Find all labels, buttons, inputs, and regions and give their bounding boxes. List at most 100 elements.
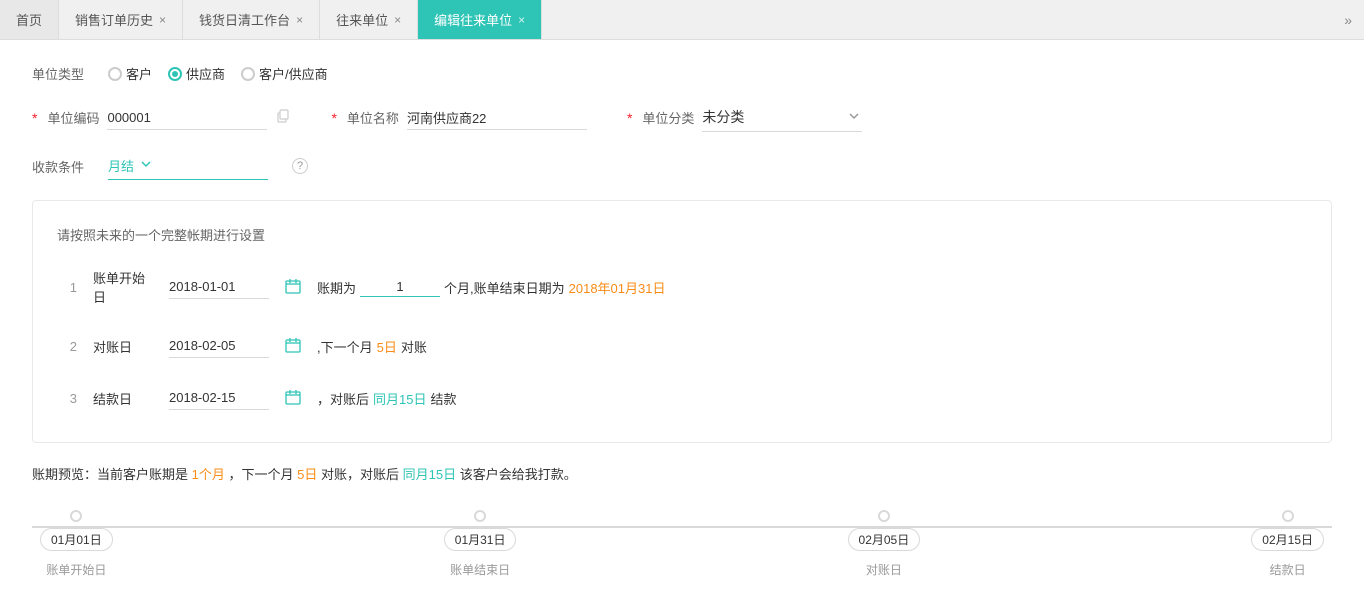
timeline-points: 01月01日 账单开始日 01月31日 账单结束日 02月05日 对账日 02月… xyxy=(32,510,1332,578)
preview-text: 账期预览：当前客户账期是 1个月 ，下一个月 5日 对账，对账后 同月15日 该… xyxy=(32,463,1332,486)
row-1-calendar-icon[interactable] xyxy=(285,278,301,297)
unit-type-radio-group: 客户 供应商 客户/供应商 xyxy=(108,64,328,83)
row-3-day-highlight: 同月15日 xyxy=(373,389,426,408)
row-3-desc-prefix: ，对账后 xyxy=(317,389,369,408)
tab-sales-order-history[interactable]: 销售订单历史 × xyxy=(59,0,183,39)
unit-code-group: * 单位编码 xyxy=(32,106,291,130)
tab-close-cash-ledger[interactable]: × xyxy=(296,13,303,27)
unit-code-copy-icon[interactable] xyxy=(275,108,291,127)
unit-code-input-wrap xyxy=(107,106,291,130)
preview-label: 账期预览：当前客户账期是 xyxy=(32,467,188,482)
row-2-day-highlight: 5日 xyxy=(377,337,397,356)
preview-part2: ，下一个月 xyxy=(229,467,294,482)
tab-close-partner-units[interactable]: × xyxy=(394,13,401,27)
timeline-badge-2: 01月31日 xyxy=(444,528,517,551)
unit-category-value: 未分类 xyxy=(702,107,842,127)
unit-code-input[interactable] xyxy=(107,106,267,130)
setting-rows: 1 账单开始日 账期为 个月,账单结束日期为 2018年01月31日 2 对账日 xyxy=(57,268,1307,410)
panel-title: 请按照未来的一个完整帐期进行设置 xyxy=(57,225,1307,244)
payment-terms-select[interactable]: 月结 xyxy=(108,152,268,180)
tab-cash-ledger[interactable]: 钱货日清工作台 × xyxy=(183,0,320,39)
tab-edit-partner-unit-label: 编辑往来单位 xyxy=(434,10,512,29)
row-1-num: 1 xyxy=(57,280,77,295)
radio-customer[interactable]: 客户 xyxy=(108,64,152,83)
row-3-num: 3 xyxy=(57,391,77,406)
timeline-dot-1 xyxy=(70,510,82,522)
payment-terms-help-icon[interactable]: ? xyxy=(292,158,308,174)
setting-row-1: 1 账单开始日 账期为 个月,账单结束日期为 2018年01月31日 xyxy=(57,268,1307,306)
radio-both-label: 客户/供应商 xyxy=(259,64,328,83)
preview-part4: 该客户会给我打款。 xyxy=(460,467,577,482)
setting-row-3: 3 结款日 ，对账后 同月15日 结款 xyxy=(57,386,1307,410)
timeline-sublabel-2: 账单结束日 xyxy=(450,561,510,578)
payment-terms-label: 收款条件 xyxy=(32,157,84,176)
timeline-dot-3 xyxy=(878,510,890,522)
preview-reconcile-day: 5日 xyxy=(297,467,317,482)
row-1-field-label: 账单开始日 xyxy=(93,268,153,306)
tab-close-sales-order-history[interactable]: × xyxy=(159,13,166,27)
timeline-dot-2 xyxy=(474,510,486,522)
unit-code-label: 单位编码 xyxy=(47,108,99,127)
payment-terms-chevron-icon xyxy=(138,156,154,175)
tab-partner-units-label: 往来单位 xyxy=(336,10,388,29)
row-2-desc: ,下一个月 5日 对账 xyxy=(317,337,427,356)
unit-name-star: * xyxy=(331,110,336,126)
timeline-sublabel-3: 对账日 xyxy=(866,561,902,578)
tab-partner-units[interactable]: 往来单位 × xyxy=(320,0,418,39)
timeline-point-4: 02月15日 结款日 xyxy=(1251,510,1324,578)
tab-home-label: 首页 xyxy=(16,10,42,29)
radio-supplier[interactable]: 供应商 xyxy=(168,64,225,83)
row-3-date-input[interactable] xyxy=(169,386,269,410)
row-1-date-input[interactable] xyxy=(169,275,269,299)
radio-customer-label: 客户 xyxy=(126,64,152,83)
row-2-desc-suffix: 对账 xyxy=(401,337,427,356)
unit-code-star: * xyxy=(32,110,37,126)
timeline-sublabel-4: 结款日 xyxy=(1270,561,1306,578)
tab-home[interactable]: 首页 xyxy=(0,0,59,39)
expand-icon: » xyxy=(1344,12,1352,28)
row-2-calendar-icon[interactable] xyxy=(285,337,301,356)
unit-name-input[interactable] xyxy=(407,106,587,130)
row-2-field-label: 对账日 xyxy=(93,337,153,356)
tab-cash-ledger-label: 钱货日清工作台 xyxy=(199,10,290,29)
unit-category-label: 单位分类 xyxy=(642,108,694,127)
radio-both[interactable]: 客户/供应商 xyxy=(241,64,328,83)
row-3-field-label: 结款日 xyxy=(93,389,153,408)
tab-expand-button[interactable]: » xyxy=(1332,0,1364,39)
timeline: 01月01日 账单开始日 01月31日 账单结束日 02月05日 对账日 02月… xyxy=(32,510,1332,578)
timeline-dot-4 xyxy=(1282,510,1294,522)
unit-name-group: * 单位名称 xyxy=(331,106,586,130)
preview-part3: 对账，对账后 xyxy=(321,467,399,482)
help-icon-symbol: ? xyxy=(297,160,303,172)
payment-terms-row: 收款条件 月结 ? xyxy=(32,152,1332,180)
row-1-desc: 账期为 个月,账单结束日期为 2018年01月31日 xyxy=(317,277,665,297)
unit-category-select[interactable]: 未分类 xyxy=(702,103,862,132)
row-1-end-date-highlight: 2018年01月31日 xyxy=(569,278,666,297)
timeline-point-2: 01月31日 账单结束日 xyxy=(444,510,517,578)
unit-category-group: * 单位分类 未分类 xyxy=(627,103,862,132)
unit-name-label: 单位名称 xyxy=(347,108,399,127)
setting-row-2: 2 对账日 ,下一个月 5日 对账 xyxy=(57,334,1307,358)
payment-terms-value: 月结 xyxy=(108,156,134,175)
tab-close-edit-partner-unit[interactable]: × xyxy=(518,13,525,27)
unit-type-row: 单位类型 客户 供应商 客户/供应商 xyxy=(32,64,1332,83)
radio-supplier-label: 供应商 xyxy=(186,64,225,83)
row-3-calendar-icon[interactable] xyxy=(285,389,301,408)
preview-payment-day: 同月15日 xyxy=(403,467,456,482)
timeline-badge-4: 02月15日 xyxy=(1251,528,1324,551)
radio-customer-circle xyxy=(108,67,122,81)
tab-edit-partner-unit[interactable]: 编辑往来单位 × xyxy=(418,0,542,39)
timeline-badge-1: 01月01日 xyxy=(40,528,113,551)
row-1-desc-suffix: 个月,账单结束日期为 xyxy=(444,278,565,297)
unit-category-chevron-icon xyxy=(846,108,862,127)
row-2-num: 2 xyxy=(57,339,77,354)
radio-both-circle xyxy=(241,67,255,81)
preview-period: 1个月 xyxy=(192,467,225,482)
row-1-period-input[interactable] xyxy=(360,277,440,297)
radio-supplier-circle xyxy=(168,67,182,81)
page-content: 单位类型 客户 供应商 客户/供应商 * 单位编码 xyxy=(0,40,1364,608)
timeline-badge-3: 02月05日 xyxy=(848,528,921,551)
row-3-desc-suffix: 结款 xyxy=(430,389,456,408)
row-2-date-input[interactable] xyxy=(169,334,269,358)
unit-category-star: * xyxy=(627,110,632,126)
